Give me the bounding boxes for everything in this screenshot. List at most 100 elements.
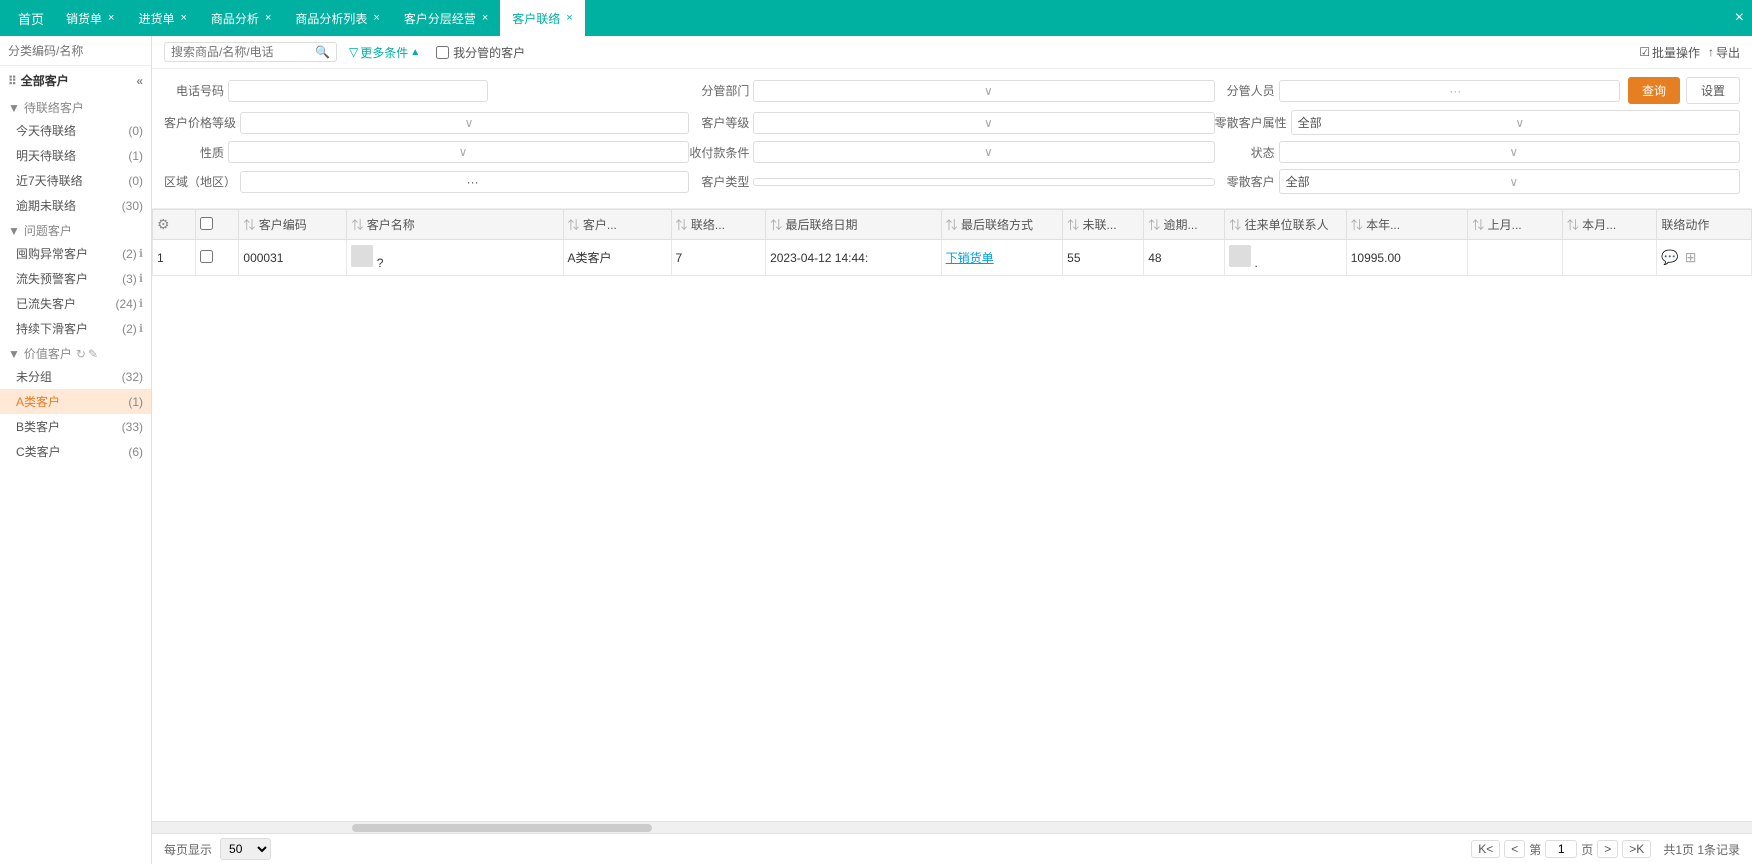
main-search-input[interactable]: [171, 45, 311, 59]
scrollbar-thumb[interactable]: [352, 824, 652, 832]
filter-bar-top: 🔍 ▽ 更多条件 ▲ 我分管的客户 ☑ 批量操作 ↑ 导出: [152, 36, 1752, 69]
nav-tab-sales[interactable]: 销货单 ×: [54, 0, 126, 36]
select-all-checkbox[interactable]: [200, 217, 213, 230]
nav-tab-purchase[interactable]: 进货单 ×: [126, 0, 198, 36]
horizontal-scrollbar[interactable]: [152, 821, 1752, 833]
sidebar-item-class-a[interactable]: A类客户 (1): [0, 389, 151, 414]
retail-attr-chevron-icon: ∨: [1515, 116, 1733, 130]
lastway-link[interactable]: 下销货单: [946, 251, 994, 265]
page-label: 第: [1529, 841, 1541, 858]
badge-warning: (3): [122, 272, 137, 286]
first-page-btn[interactable]: K<: [1471, 840, 1500, 858]
close-tab-purchase[interactable]: ×: [180, 12, 186, 24]
nav-close-all[interactable]: ×: [1735, 9, 1744, 27]
page-number-input[interactable]: [1545, 840, 1577, 858]
nav-tab-analysis-list[interactable]: 商品分析列表 ×: [283, 0, 391, 36]
close-tab-customer-contact[interactable]: ×: [566, 12, 572, 24]
phone-input[interactable]: [228, 80, 488, 102]
sidebar-item-declining[interactable]: 持续下滑客户 (2) ℹ: [0, 316, 151, 341]
my-customer-checkbox-label[interactable]: 我分管的客户: [436, 44, 525, 61]
sidebar-item-7days[interactable]: 近7天待联络 (0): [0, 168, 151, 193]
retail-customer-label: 零散客户: [1215, 173, 1275, 190]
next-page-btn[interactable]: >: [1597, 840, 1618, 858]
settings-btn[interactable]: 设置: [1686, 77, 1740, 104]
close-tab-analysis[interactable]: ×: [265, 12, 271, 24]
grid-action-icon[interactable]: ⊞: [1685, 249, 1697, 266]
main-search-icon[interactable]: 🔍: [315, 45, 330, 59]
sidebar-item-ungrouped[interactable]: 未分组 (32): [0, 364, 151, 389]
sort-icon-unitcontact: ⇅: [1229, 218, 1241, 232]
more-filter-btn[interactable]: ▽ 更多条件 ▲: [349, 44, 420, 61]
manager-select[interactable]: ···: [1279, 80, 1620, 102]
my-customer-checkbox[interactable]: [436, 46, 449, 59]
col-thismonth-header: ⇅ 本月...: [1562, 210, 1657, 240]
sidebar-item-class-b[interactable]: B类客户 (33): [0, 414, 151, 439]
filter-cell-area: 区域（地区） ···: [164, 171, 689, 193]
status-select[interactable]: ∨: [1279, 141, 1740, 163]
retail-customer-select[interactable]: 全部 ∨: [1279, 169, 1740, 194]
sidebar-item-warning[interactable]: 流失预警客户 (3) ℹ: [0, 266, 151, 291]
nav-tab-analysis[interactable]: 商品分析 ×: [199, 0, 283, 36]
action-icons-group: 💬 ⊞: [1661, 249, 1747, 266]
edit-icon-value[interactable]: ✎: [88, 347, 98, 361]
price-grade-select[interactable]: ∨: [240, 112, 689, 134]
sidebar-item-class-c[interactable]: C类客户 (6): [0, 439, 151, 464]
sidebar-item-today[interactable]: 今天待联络 (0): [0, 118, 151, 143]
badge-hoarding: (2): [122, 247, 137, 261]
sidebar-item-hoarding[interactable]: 囤购异常客户 (2) ℹ: [0, 241, 151, 266]
sort-icon-lastmonth: ⇅: [1472, 218, 1484, 232]
sort-icon-thismonth: ⇅: [1567, 218, 1579, 232]
sort-icon-overdue: ⇅: [1148, 218, 1160, 232]
sidebar-all-customers[interactable]: ⠿ 全部客户 «: [0, 66, 151, 95]
toolbar-right: ☑ 批量操作 ↑ 导出: [1639, 44, 1740, 61]
col-contact-header: ⇅ 联络...: [671, 210, 766, 240]
nav-home[interactable]: 首页: [8, 9, 54, 28]
chat-action-icon[interactable]: 💬: [1661, 249, 1678, 266]
nav-tab-customer-tier[interactable]: 客户分层经营 ×: [392, 0, 500, 36]
sidebar-group-value[interactable]: ▼ 价值客户 ↻ ✎: [0, 341, 151, 364]
sidebar-item-tomorrow[interactable]: 明天待联络 (1): [0, 143, 151, 168]
sidebar-search-input[interactable]: [8, 44, 152, 58]
query-btn[interactable]: 查询: [1628, 77, 1680, 104]
sidebar-item-overdue[interactable]: 逾期未联络 (30): [0, 193, 151, 218]
status-chevron-icon: ∨: [1509, 145, 1733, 159]
close-tab-customer-tier[interactable]: ×: [482, 12, 488, 24]
close-tab-analysis-list[interactable]: ×: [373, 12, 379, 24]
customer-name-text: ?: [377, 256, 384, 270]
customer-grade-select[interactable]: ∨: [753, 112, 1214, 134]
prev-page-btn[interactable]: <: [1504, 840, 1525, 858]
batch-op-btn[interactable]: ☑ 批量操作: [1639, 44, 1700, 61]
area-select[interactable]: ···: [240, 171, 689, 193]
page-size-label: 每页显示: [164, 841, 212, 858]
page-suffix: 页: [1581, 841, 1593, 858]
payment-select[interactable]: ∨: [753, 141, 1214, 163]
sidebar-collapse-btn[interactable]: «: [136, 74, 143, 88]
sidebar-group-pending[interactable]: ▼ 待联络客户: [0, 95, 151, 118]
customer-type-select[interactable]: [753, 178, 1214, 186]
retail-attr-select[interactable]: 全部 ∨: [1291, 110, 1740, 135]
nav-tab-customer-contact[interactable]: 客户联络 ×: [500, 0, 584, 36]
filter-cell-nature: 性质 ∨: [164, 141, 689, 163]
price-grade-chevron-icon: ∨: [465, 116, 683, 130]
cell-action: 💬 ⊞: [1657, 240, 1752, 276]
price-grade-label: 客户价格等级: [164, 114, 236, 131]
sidebar-item-lost[interactable]: 已流失客户 (24) ℹ: [0, 291, 151, 316]
cell-overdue: 48: [1144, 240, 1225, 276]
nature-select[interactable]: ∨: [228, 141, 689, 163]
cell-unitcontact: .: [1225, 240, 1347, 276]
last-page-btn[interactable]: >K: [1622, 840, 1651, 858]
sidebar-group-problem[interactable]: ▼ 问题客户: [0, 218, 151, 241]
page-size-select[interactable]: 50 100 200: [220, 838, 271, 860]
export-btn[interactable]: ↑ 导出: [1708, 44, 1740, 61]
filter-row-1-buttons: 查询 设置: [1628, 77, 1740, 104]
close-tab-sales[interactable]: ×: [108, 12, 114, 24]
filter-cell-status: 状态 ∨: [1215, 141, 1740, 163]
info-icon-warning: ℹ: [139, 272, 143, 285]
sidebar-search-area: 🔍: [0, 36, 151, 66]
settings-gear-icon[interactable]: ⚙: [157, 216, 170, 232]
row-checkbox[interactable]: [200, 250, 213, 263]
dept-select[interactable]: ∨: [753, 80, 1214, 102]
sort-icon-nocontact: ⇅: [1067, 218, 1079, 232]
refresh-icon-value[interactable]: ↻: [76, 347, 86, 361]
col-settings[interactable]: ⚙: [153, 210, 196, 240]
